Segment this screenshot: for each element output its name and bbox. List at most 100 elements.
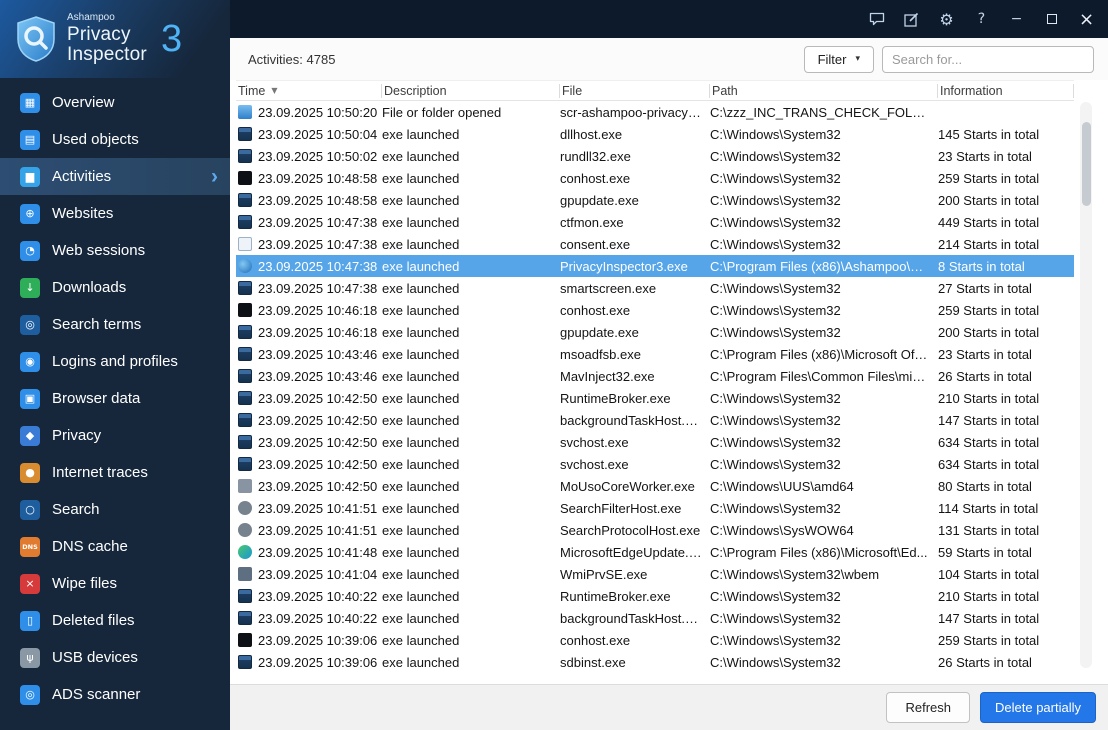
search-input[interactable] (882, 45, 1094, 73)
table-row[interactable]: 23.09.2025 10:42:50 exe launched MoUsoCore… (236, 475, 1074, 497)
close-button[interactable]: × (1069, 0, 1104, 38)
time-text: 23.09.2025 10:47:38 (258, 280, 378, 296)
cell-information: 214 Starts in total (938, 236, 1040, 252)
minimize-button[interactable]: − (999, 0, 1034, 38)
column-header-description[interactable]: Description (382, 83, 560, 98)
sidebar-item-label: DNS cache (52, 538, 128, 555)
table-row[interactable]: 23.09.2025 10:43:46 exe launched MavInject… (236, 365, 1074, 387)
table-row[interactable]: 23.09.2025 10:41:04 exe launched WmiPrvSE.… (236, 563, 1074, 585)
sidebar-item-dns-cache[interactable]: DNS DNS cache (0, 528, 230, 565)
app-window: Ashampoo Privacy Inspector 3 ▦ Overview ▤ U… (0, 0, 1108, 730)
sidebar-item-search-terms[interactable]: ◎ Search terms (0, 306, 230, 343)
column-header-information[interactable]: Information (938, 83, 1074, 98)
feedback-button[interactable] (859, 0, 894, 38)
sidebar-item-label: Activities (52, 168, 112, 185)
table-row[interactable]: 23.09.2025 10:50:02 exe launched rundll32.… (236, 145, 1074, 167)
delete-partially-button[interactable]: Delete partially (980, 692, 1096, 723)
table-row[interactable]: 23.09.2025 10:40:22 exe launched RuntimeBr… (236, 585, 1074, 607)
sidebar-item-usb-devices[interactable]: ψ USB devices (0, 639, 230, 676)
cell-file: gpupdate.exe (560, 192, 639, 208)
table-row[interactable]: 23.09.2025 10:47:38 exe launched PrivacyIn… (236, 255, 1074, 277)
cell-path: C:\Windows\System32 (710, 170, 841, 186)
cell-time: 23.09.2025 10:48:58 (236, 193, 382, 208)
cell-file: backgroundTaskHost.exe (560, 412, 706, 428)
table-row[interactable]: 23.09.2025 10:50:04 exe launched dllhost.e… (236, 123, 1074, 145)
sidebar-item-wipe-files[interactable]: × Wipe files (0, 565, 230, 602)
table-row[interactable]: 23.09.2025 10:42:50 exe launched svchost.e… (236, 453, 1074, 475)
time-text: 23.09.2025 10:41:48 (258, 544, 378, 560)
sidebar-item-label: Logins and profiles (52, 353, 178, 370)
table-row[interactable]: 23.09.2025 10:48:58 exe launched gpupdate.… (236, 189, 1074, 211)
table-row[interactable]: 23.09.2025 10:41:51 exe launched SearchPro… (236, 519, 1074, 541)
sidebar-item-logins-and-profiles[interactable]: ◉ Logins and profiles (0, 343, 230, 380)
time-text: 23.09.2025 10:47:38 (258, 214, 378, 230)
sidebar-item-downloads[interactable]: ↓ Downloads (0, 269, 230, 306)
table-row[interactable]: 23.09.2025 10:40:22 exe launched backgroun… (236, 607, 1074, 629)
sidebar-item-deleted-files[interactable]: ▯ Deleted files (0, 602, 230, 639)
sidebar-item-overview[interactable]: ▦ Overview (0, 84, 230, 121)
table-row[interactable]: 23.09.2025 10:46:18 exe launched conhost.e… (236, 299, 1074, 321)
table-row[interactable]: 23.09.2025 10:42:50 exe launched RuntimeBr… (236, 387, 1074, 409)
cell-description: exe launched (382, 390, 460, 406)
sidebar-item-activities[interactable]: ▆ Activities › (0, 158, 230, 195)
sidebar-item-ads-scanner[interactable]: ◎ ADS scanner (0, 676, 230, 713)
maximize-button[interactable] (1034, 0, 1069, 38)
cell-time: 23.09.2025 10:50:20 (236, 105, 382, 120)
table-row[interactable]: 23.09.2025 10:46:18 exe launched gpupdate.… (236, 321, 1074, 343)
sidebar-item-search[interactable]: ○ Search (0, 491, 230, 528)
sidebar-item-web-sessions[interactable]: ◔ Web sessions (0, 232, 230, 269)
window-file-icon (238, 391, 252, 405)
cell-file: SearchFilterHost.exe (560, 500, 682, 516)
column-header-file[interactable]: File (560, 83, 710, 98)
sidebar-item-used-objects[interactable]: ▤ Used objects (0, 121, 230, 158)
time-text: 23.09.2025 10:50:02 (258, 148, 378, 164)
column-header-time[interactable]: Time ▼ (236, 83, 382, 98)
table-row[interactable]: 23.09.2025 10:42:50 exe launched svchost.e… (236, 431, 1074, 453)
sidebar-item-internet-traces[interactable]: ● Internet traces (0, 454, 230, 491)
help-button[interactable]: ? (964, 0, 999, 38)
help-icon: ? (977, 11, 986, 27)
sidebar-item-label: Used objects (52, 131, 139, 148)
table-row[interactable]: 23.09.2025 10:39:06 exe launched sdbinst.e… (236, 651, 1074, 673)
cell-path: C:\Windows\System32 (710, 654, 841, 670)
sidebar-item-label: ADS scanner (52, 686, 141, 703)
table-row[interactable]: 23.09.2025 10:47:38 exe launched ctfmon.ex… (236, 211, 1074, 233)
cell-time: 23.09.2025 10:47:38 (236, 281, 382, 296)
notes-button[interactable] (894, 0, 929, 38)
sidebar-item-websites[interactable]: ⊕ Websites (0, 195, 230, 232)
table-row[interactable]: 23.09.2025 10:41:51 exe launched SearchFil… (236, 497, 1074, 519)
cell-description: exe launched (382, 324, 460, 340)
table-row[interactable]: 23.09.2025 10:50:20 File or folder opened… (236, 101, 1074, 123)
cell-path: C:\Windows\System32 (710, 390, 841, 406)
settings-button[interactable]: ⚙ (929, 0, 964, 38)
websites-icon: ⊕ (20, 203, 40, 224)
cell-information: 210 Starts in total (938, 588, 1040, 604)
table-row[interactable]: 23.09.2025 10:43:46 exe launched msoadfsb.… (236, 343, 1074, 365)
refresh-button[interactable]: Refresh (886, 692, 970, 723)
web-sessions-icon: ◔ (20, 240, 40, 261)
time-text: 23.09.2025 10:48:58 (258, 170, 378, 186)
table-row[interactable]: 23.09.2025 10:41:48 exe launched Microsoft… (236, 541, 1074, 563)
sidebar: Ashampoo Privacy Inspector 3 ▦ Overview ▤ U… (0, 0, 230, 730)
table-row[interactable]: 23.09.2025 10:39:06 exe launched conhost.e… (236, 629, 1074, 651)
time-text: 23.09.2025 10:50:04 (258, 126, 378, 142)
sidebar-item-label: Browser data (52, 390, 141, 407)
sidebar-item-privacy[interactable]: ◆ Privacy (0, 417, 230, 454)
cell-description: exe launched (382, 478, 460, 494)
cell-time: 23.09.2025 10:48:58 (236, 171, 382, 186)
cell-time: 23.09.2025 10:43:46 (236, 369, 382, 384)
time-text: 23.09.2025 10:41:51 (258, 522, 378, 538)
filter-button[interactable]: Filter ▾ (803, 45, 874, 73)
column-header-path[interactable]: Path (710, 83, 938, 98)
time-text: 23.09.2025 10:47:38 (258, 236, 378, 252)
sidebar-item-browser-data[interactable]: ▣ Browser data (0, 380, 230, 417)
sidebar-nav: ▦ Overview ▤ Used objects ▆ Activities › ⊕ Websi… (0, 84, 230, 713)
vertical-scrollbar[interactable] (1080, 102, 1092, 668)
table-row[interactable]: 23.09.2025 10:47:38 exe launched consent.e… (236, 233, 1074, 255)
scrollbar-thumb[interactable] (1081, 122, 1091, 206)
table-row[interactable]: 23.09.2025 10:48:58 exe launched conhost.e… (236, 167, 1074, 189)
window-file-icon (238, 193, 252, 207)
table-row[interactable]: 23.09.2025 10:47:38 exe launched smartscre… (236, 277, 1074, 299)
usb-devices-icon: ψ (20, 647, 40, 668)
table-row[interactable]: 23.09.2025 10:42:50 exe launched backgroun… (236, 409, 1074, 431)
